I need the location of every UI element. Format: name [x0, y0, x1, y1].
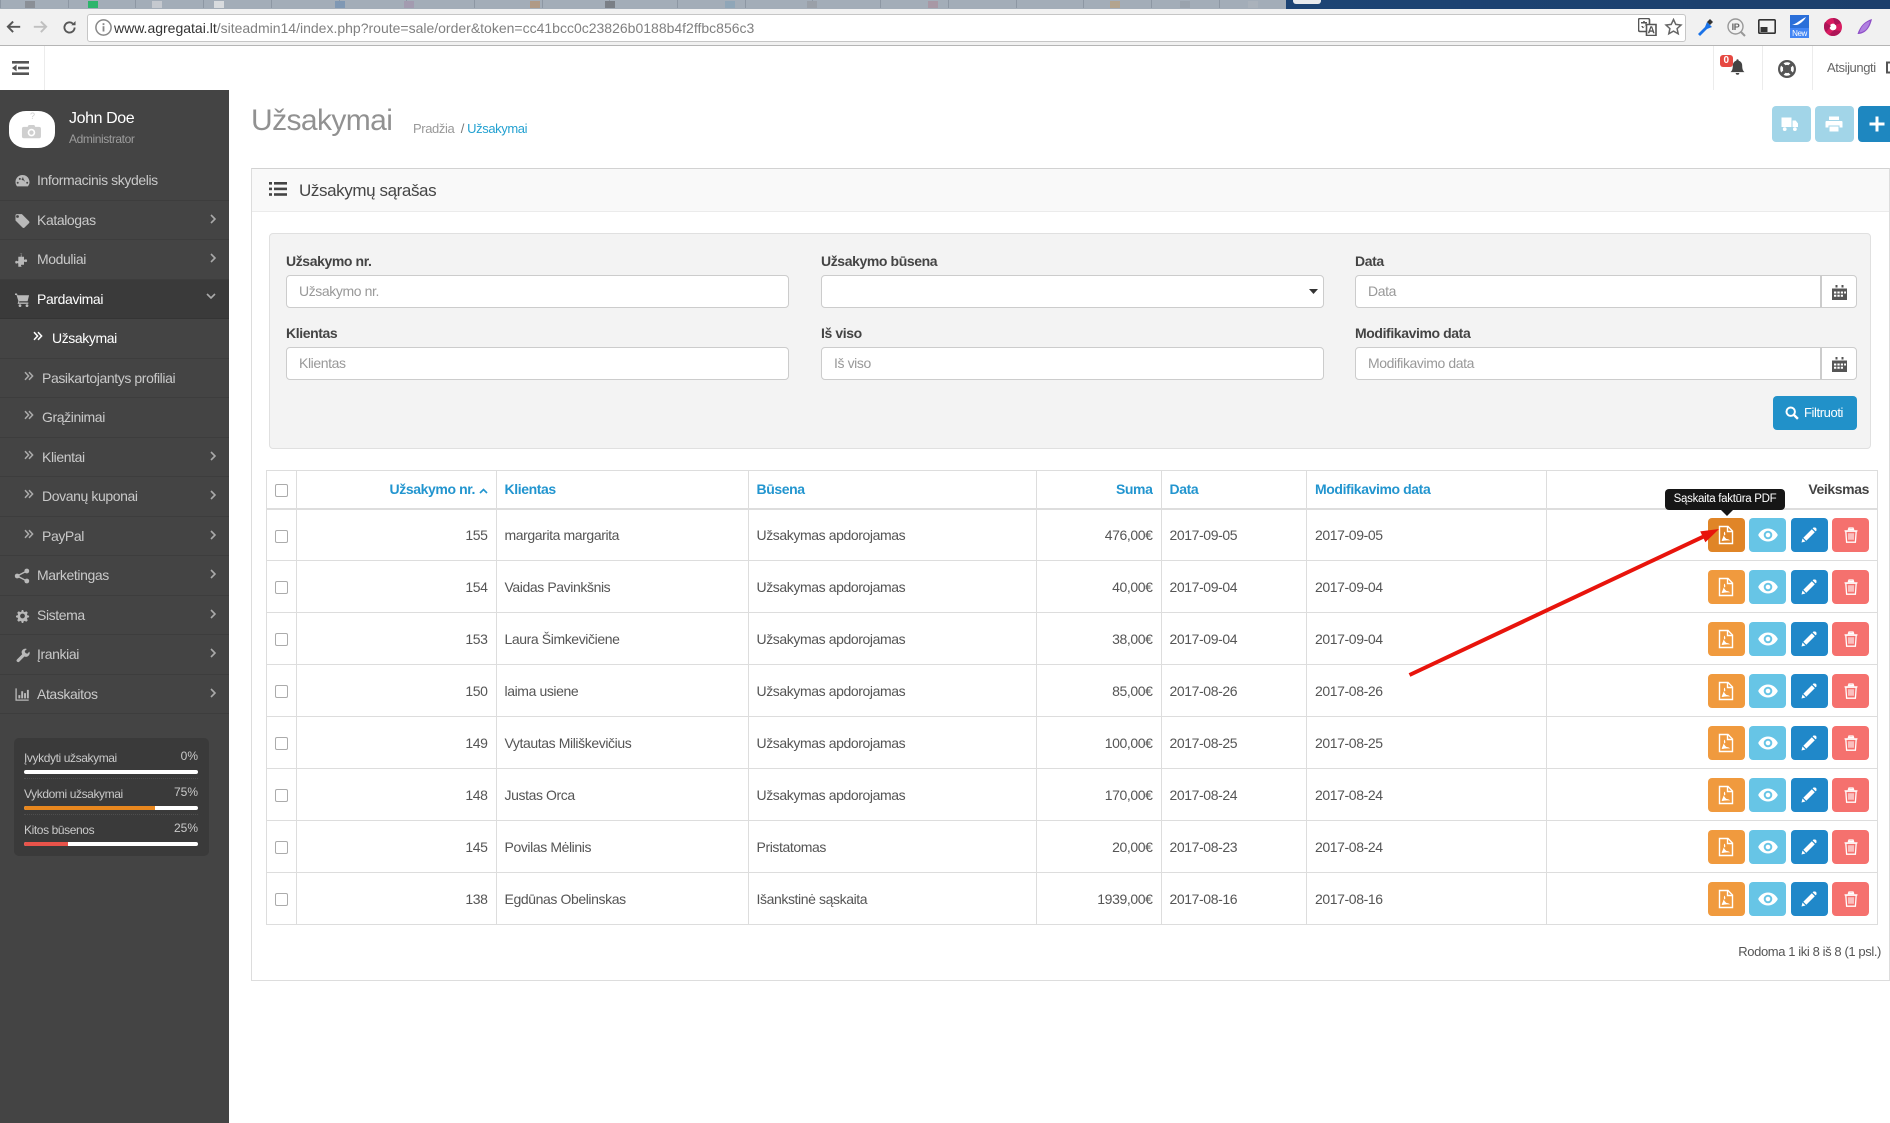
- svg-text:New: New: [1792, 29, 1807, 38]
- svg-text:IP: IP: [1732, 22, 1740, 32]
